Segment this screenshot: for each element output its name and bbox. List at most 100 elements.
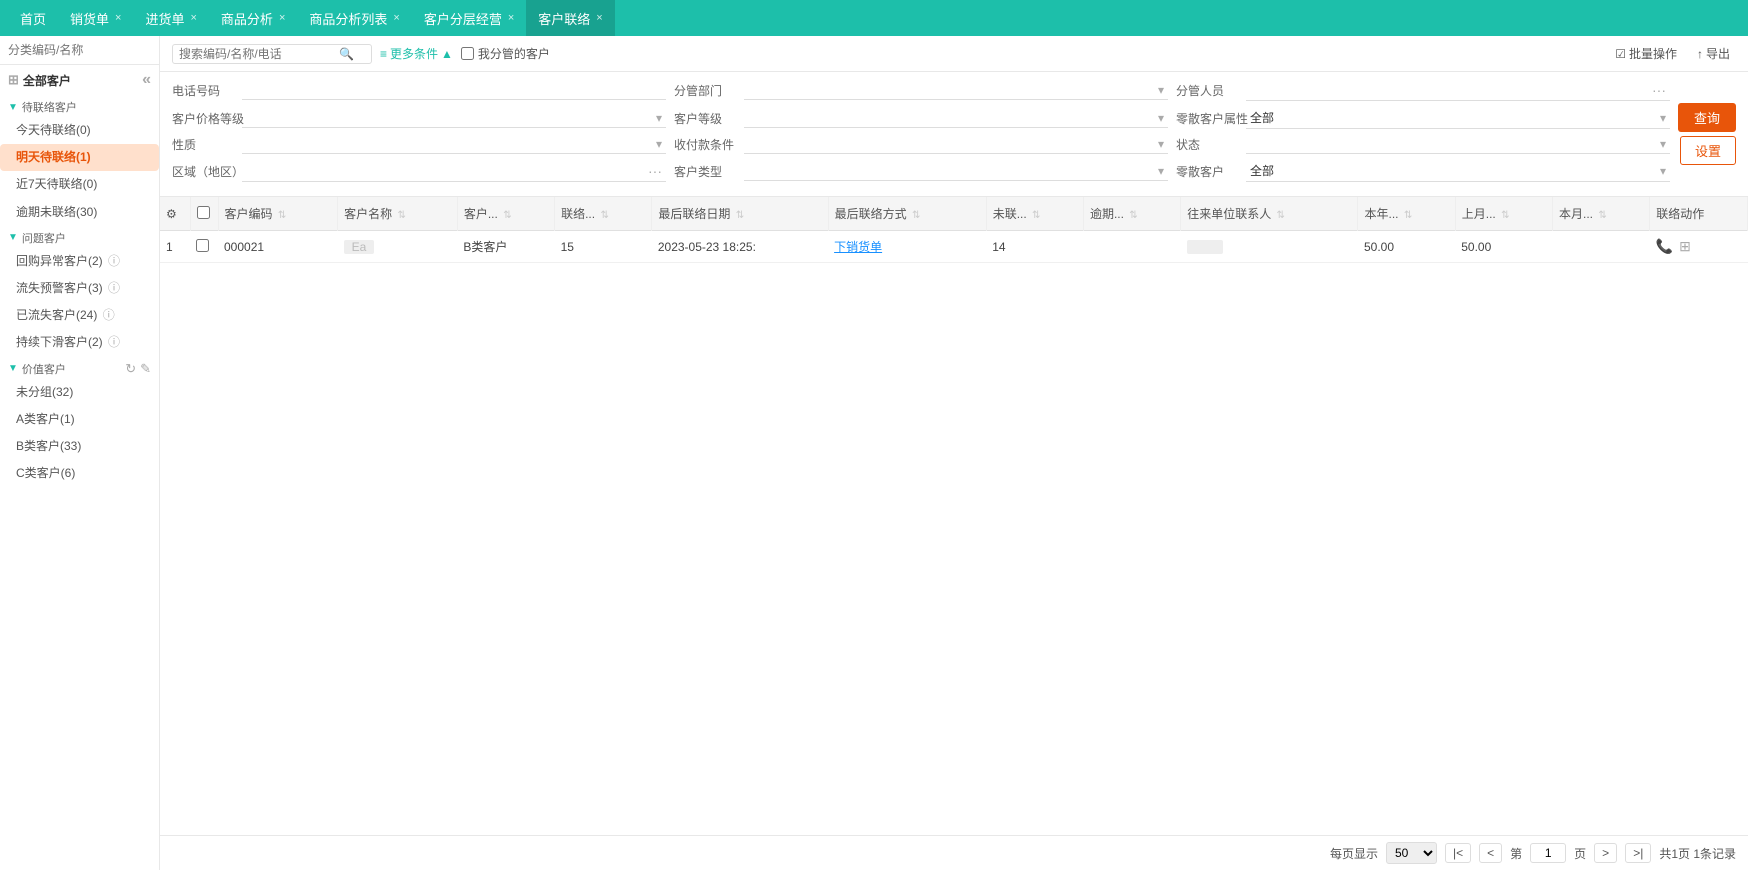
main-search-icon[interactable]: 🔍 <box>339 47 354 61</box>
first-page-button[interactable]: |< <box>1445 843 1471 863</box>
page-number-input[interactable] <box>1530 843 1566 863</box>
sidebar-item-b-class[interactable]: B类客户(33) <box>0 433 159 460</box>
filter-retail-customer-select[interactable]: 全部 ▾ <box>1246 160 1670 182</box>
info-icon-1: ⓘ <box>108 281 120 295</box>
all-customers-section[interactable]: ⊞ 全部客户 « <box>0 65 159 95</box>
close-sales-order-icon[interactable]: × <box>115 12 121 24</box>
filter-manager-area: ··· <box>1246 80 1670 101</box>
filter-nature-select[interactable]: ▾ <box>242 135 666 154</box>
sidebar-item-overdue[interactable]: 逾期未联络(30) <box>0 199 159 226</box>
filter-price-level-select[interactable]: ▾ <box>242 109 666 128</box>
sidebar-item-7days[interactable]: 近7天待联络(0) <box>0 171 159 198</box>
close-purchase-order-icon[interactable]: × <box>190 12 196 24</box>
filter-row-4: 区域（地区） ··· 客户类型 ▾ <box>172 160 1670 182</box>
nav-home[interactable]: 首页 <box>8 0 58 36</box>
nav-sales-order[interactable]: 销货单 × <box>58 0 133 36</box>
col-no-contact-days[interactable]: 未联... ⇅ <box>986 197 1083 231</box>
nav-purchase-order[interactable]: 进货单 × <box>133 0 208 36</box>
collapse-icon[interactable]: « <box>142 71 151 89</box>
col-last-contact-date[interactable]: 最后联络日期 ⇅ <box>652 197 828 231</box>
close-product-analysis-icon[interactable]: × <box>279 12 285 24</box>
filter-customer-type-select[interactable]: ▾ <box>744 162 1168 181</box>
action-icons-group: 📞 ⊞ <box>1656 238 1742 255</box>
manager-dots-icon[interactable]: ··· <box>1652 82 1666 98</box>
close-customer-seg-icon[interactable]: × <box>508 12 514 24</box>
col-this-year[interactable]: 本年... ⇅ <box>1358 197 1455 231</box>
nav-customer-contact[interactable]: 客户联络 × <box>526 0 614 36</box>
col-contact-person[interactable]: 往来单位联系人 ⇅ <box>1181 197 1358 231</box>
filter-payment-select[interactable]: ▾ <box>744 135 1168 154</box>
row-last-contact-method[interactable]: 下销货单 <box>828 231 986 263</box>
query-button[interactable]: 查询 <box>1678 103 1736 132</box>
filter-phone-input[interactable] <box>242 81 666 100</box>
last-page-button[interactable]: >| <box>1625 843 1651 863</box>
filter-customer-level: 客户等级 ▾ <box>674 109 1168 128</box>
my-customers-checkbox-label[interactable]: 我分管的客户 <box>461 45 550 62</box>
sidebar-item-churn-warning[interactable]: 流失预警客户(3) ⓘ <box>0 275 159 302</box>
export-button[interactable]: ↑ 导出 <box>1691 42 1736 65</box>
lastmonth-sort-icon: ⇅ <box>1501 210 1509 221</box>
grid-action-icon[interactable]: ⊞ <box>1679 238 1691 255</box>
my-customers-checkbox[interactable] <box>461 47 474 60</box>
phone-action-icon[interactable]: 📞 <box>1656 238 1673 255</box>
main-search-input[interactable] <box>179 47 339 61</box>
col-settings[interactable]: ⚙ <box>160 197 190 231</box>
close-customer-contact-icon[interactable]: × <box>596 12 602 24</box>
next-page-button[interactable]: > <box>1594 843 1617 863</box>
edit-value-icon[interactable]: ✎ <box>140 361 151 377</box>
filter-status-select[interactable]: ▾ <box>1246 135 1670 154</box>
nav-product-analysis-list[interactable]: 商品分析列表 × <box>297 0 411 36</box>
col-customer-code[interactable]: 客户编码 ⇅ <box>218 197 338 231</box>
problem-group-label: ▼ 问题客户 <box>0 226 159 248</box>
price-select-arrow-icon: ▾ <box>656 111 662 125</box>
row-last-month: 50.00 <box>1455 231 1552 263</box>
sidebar-search-area: 🔍 <box>0 36 159 65</box>
filter-actions: 查询 设置 <box>1678 80 1736 188</box>
filter-dept: 分管部门 ▾ <box>674 81 1168 100</box>
settings-button[interactable]: 设置 <box>1680 136 1736 165</box>
col-contacts[interactable]: 联络... ⇅ <box>555 197 652 231</box>
filter-region-area: ··· <box>242 161 666 182</box>
col-customer-name[interactable]: 客户名称 ⇅ <box>338 197 458 231</box>
sidebar-item-today[interactable]: 今天待联络(0) <box>0 117 159 144</box>
sidebar-item-lost-customers[interactable]: 已流失客户(24) ⓘ <box>0 302 159 329</box>
col-last-month[interactable]: 上月... ⇅ <box>1455 197 1552 231</box>
sidebar-item-declining-customers[interactable]: 持续下滑客户(2) ⓘ <box>0 329 159 356</box>
page-size-select[interactable]: 50 100 <box>1386 842 1437 864</box>
row-select-checkbox[interactable] <box>196 239 209 252</box>
col-customer-type[interactable]: 客户... ⇅ <box>457 197 554 231</box>
row-checkbox[interactable] <box>190 231 218 263</box>
sidebar-item-c-class[interactable]: C类客户(6) <box>0 460 159 487</box>
col-checkbox[interactable] <box>190 197 218 231</box>
sidebar-search-input[interactable] <box>8 43 160 57</box>
row-name[interactable]: Ea <box>338 231 458 263</box>
payment-arrow-icon: ▾ <box>1158 137 1164 151</box>
col-overdue[interactable]: 逾期... ⇅ <box>1083 197 1180 231</box>
prev-page-button[interactable]: < <box>1479 843 1502 863</box>
filter-payment: 收付款条件 ▾ <box>674 135 1168 154</box>
more-conditions-button[interactable]: ≡ 更多条件 ▲ <box>380 45 453 62</box>
col-this-month[interactable]: 本月... ⇅ <box>1552 197 1649 231</box>
filter-dept-select[interactable]: ▾ <box>744 81 1168 100</box>
filter-customer-level-select[interactable]: ▾ <box>744 109 1168 128</box>
sidebar-item-ungrouped[interactable]: 未分组(32) <box>0 379 159 406</box>
close-product-list-icon[interactable]: × <box>393 12 399 24</box>
table-footer: 每页显示 50 100 |< < 第 页 > >| 共1页 1条记录 <box>160 835 1748 870</box>
refresh-icon[interactable]: ↻ <box>125 361 136 377</box>
sidebar-item-a-class[interactable]: A类客户(1) <box>0 406 159 433</box>
region-dots-icon[interactable]: ··· <box>648 163 662 179</box>
select-all-checkbox[interactable] <box>197 206 210 219</box>
pending-arrow-icon: ▼ <box>8 102 18 113</box>
col-last-contact-method[interactable]: 最后联络方式 ⇅ <box>828 197 986 231</box>
row-last-contact-date: 2023-05-23 18:25: <box>652 231 828 263</box>
sidebar-item-repurchase-abnormal[interactable]: 回购异常客户(2) ⓘ <box>0 248 159 275</box>
nocontact-sort-icon: ⇅ <box>1032 210 1040 221</box>
sidebar-item-tomorrow[interactable]: 明天待联络(1) <box>0 144 159 171</box>
nav-product-analysis[interactable]: 商品分析 × <box>209 0 297 36</box>
row-contacts: 15 <box>555 231 652 263</box>
nav-customer-segmentation[interactable]: 客户分层经营 × <box>412 0 526 36</box>
batch-ops-button[interactable]: ☑ 批量操作 <box>1609 42 1683 65</box>
filter-retail-attr-select[interactable]: 全部 ▾ <box>1246 107 1670 129</box>
col-action: 联络动作 <box>1650 197 1748 231</box>
type-sort-icon: ⇅ <box>503 210 511 221</box>
